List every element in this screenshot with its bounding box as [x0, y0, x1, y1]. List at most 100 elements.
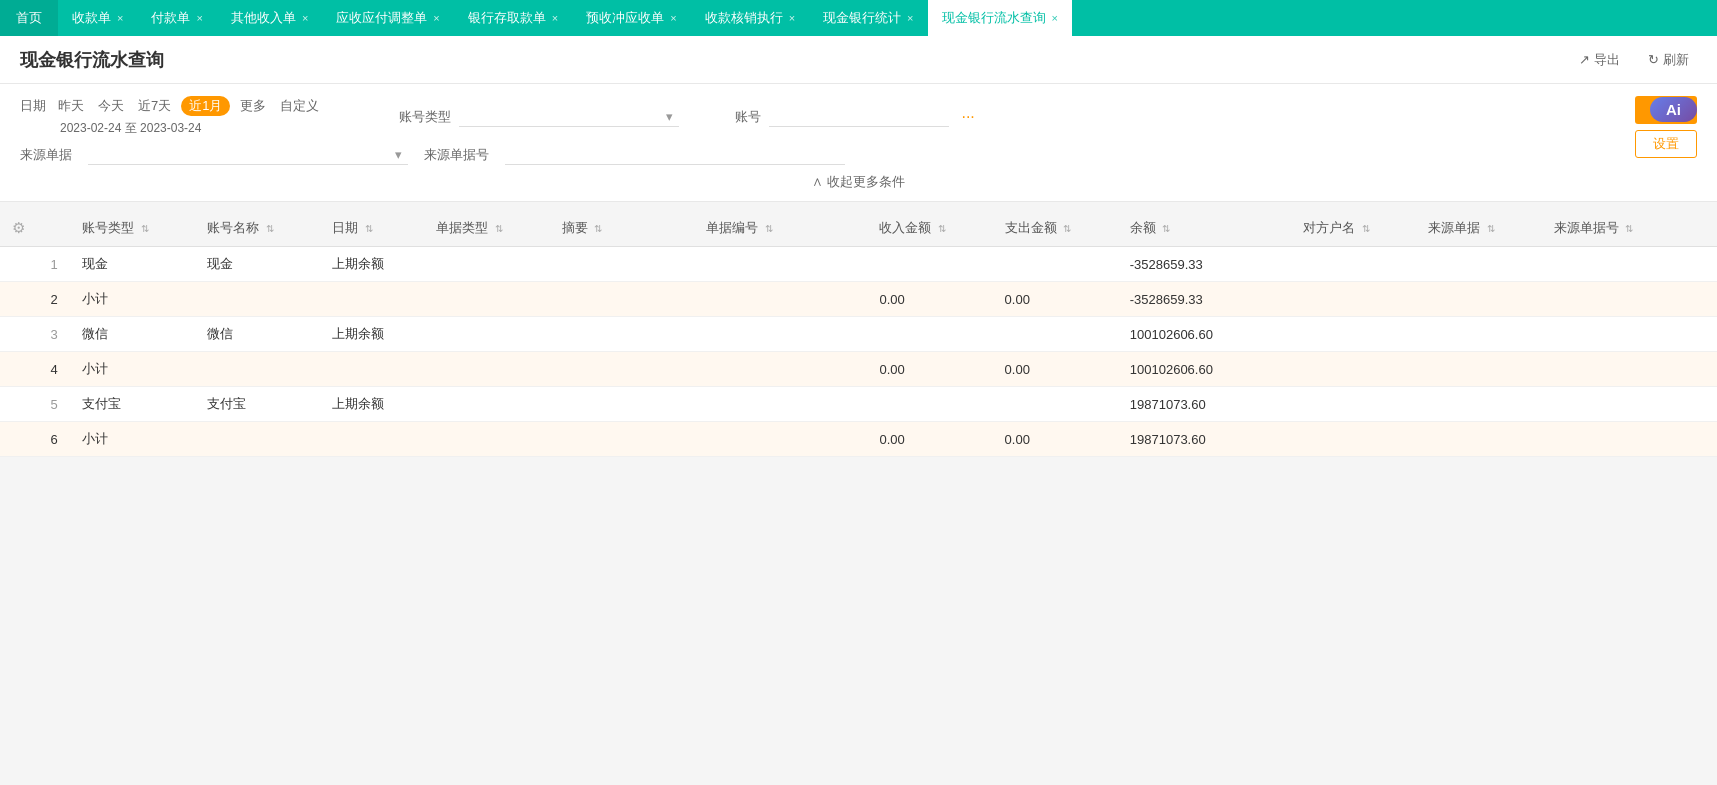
row-balance: -3528659.33: [1120, 247, 1293, 282]
refresh-button[interactable]: ↻ 刷新: [1640, 47, 1697, 73]
row-number: 5: [36, 387, 72, 422]
top-nav: 首页 收款单 × 付款单 × 其他收入单 × 应收应付调整单 × 银行存取款单 …: [0, 0, 1717, 36]
row-account-name: [197, 282, 322, 317]
source-doc-no-input[interactable]: [505, 145, 845, 165]
row-doc-no: [696, 387, 869, 422]
nav-home[interactable]: 首页: [0, 0, 58, 36]
nav-tab-receipt-execute[interactable]: 收款核销执行 ×: [691, 0, 809, 36]
nav-tab-cash-flow[interactable]: 现金银行流水查询 ×: [928, 0, 1072, 36]
row-account-name: 支付宝: [197, 387, 322, 422]
row-income: [869, 247, 994, 282]
row-doc-no: [696, 317, 869, 352]
date-btn-1month[interactable]: 近1月: [181, 96, 230, 116]
close-icon[interactable]: ×: [117, 12, 123, 24]
export-icon: ↗: [1579, 52, 1590, 67]
table-row: 4 小计 0.00 0.00 100102606.60: [0, 352, 1717, 387]
close-icon[interactable]: ×: [789, 12, 795, 24]
sort-icon[interactable]: ⇅: [1625, 223, 1633, 234]
cash-flow-table: ⚙ 账号类型 ⇅ 账号名称 ⇅ 日期 ⇅ 单据类型 ⇅: [0, 210, 1717, 457]
account-type-select[interactable]: ▾: [459, 107, 679, 127]
nav-tab-other-income[interactable]: 其他收入单 ×: [217, 0, 322, 36]
table-row: 3 微信 微信 上期余额 100102606.60: [0, 317, 1717, 352]
source-doc-select[interactable]: ▾: [88, 145, 408, 165]
row-counterpart: [1293, 387, 1418, 422]
table-row: 5 支付宝 支付宝 上期余额 19871073.60: [0, 387, 1717, 422]
nav-tab-bank-deposit[interactable]: 银行存取款单 ×: [454, 0, 572, 36]
close-icon[interactable]: ×: [670, 12, 676, 24]
row-doc-type: [426, 387, 551, 422]
ai-button[interactable]: Ai: [1650, 97, 1697, 122]
nav-tab-receipts[interactable]: 收款单 ×: [58, 0, 137, 36]
date-btn-more[interactable]: 更多: [236, 96, 270, 116]
nav-tab-cash-stats[interactable]: 现金银行统计 ×: [809, 0, 927, 36]
col-income: 收入金额 ⇅: [869, 210, 994, 247]
close-icon[interactable]: ×: [1052, 12, 1058, 24]
close-icon[interactable]: ×: [552, 12, 558, 24]
row-gear: [0, 247, 36, 282]
close-icon[interactable]: ×: [433, 12, 439, 24]
page-title: 现金银行流水查询: [20, 48, 164, 72]
sort-icon[interactable]: ⇅: [938, 223, 946, 234]
sort-icon[interactable]: ⇅: [1487, 223, 1495, 234]
close-icon[interactable]: ×: [196, 12, 202, 24]
close-icon[interactable]: ×: [907, 12, 913, 24]
row-balance: 19871073.60: [1120, 422, 1293, 457]
gear-icon[interactable]: ⚙: [12, 219, 25, 236]
sort-icon[interactable]: ⇅: [1063, 223, 1071, 234]
row-income: [869, 317, 994, 352]
close-icon[interactable]: ×: [302, 12, 308, 24]
row-number: 6: [36, 422, 72, 457]
more-options-button[interactable]: ···: [961, 108, 974, 126]
date-shortcuts: 昨天 今天 近7天 近1月 更多 自定义: [54, 96, 323, 116]
nav-tab-payments[interactable]: 付款单 ×: [137, 0, 216, 36]
col-doc-no: 单据编号 ⇅: [696, 210, 869, 247]
row-gear: [0, 317, 36, 352]
nav-tab-ar-adjust[interactable]: 应收应付调整单 ×: [322, 0, 453, 36]
row-account-type: 小计: [72, 352, 197, 387]
row-doc-type: [426, 352, 551, 387]
row-counterpart: [1293, 247, 1418, 282]
nav-tab-prepay[interactable]: 预收冲应收单 ×: [572, 0, 690, 36]
sort-icon[interactable]: ⇅: [594, 223, 602, 234]
sort-icon[interactable]: ⇅: [765, 223, 773, 234]
row-date: 上期余额: [322, 317, 426, 352]
col-expense: 支出金额 ⇅: [995, 210, 1120, 247]
export-button[interactable]: ↗ 导出: [1571, 47, 1628, 73]
row-gear: [0, 352, 36, 387]
row-summary: [552, 422, 697, 457]
row-source-doc-no: [1544, 352, 1717, 387]
row-expense: [995, 317, 1120, 352]
settings-button[interactable]: 设置: [1635, 130, 1697, 158]
date-btn-yesterday[interactable]: 昨天: [54, 96, 88, 116]
sort-icon[interactable]: ⇅: [495, 223, 503, 234]
row-source-doc: [1418, 387, 1543, 422]
collapse-conditions-button[interactable]: ∧ 收起更多条件: [20, 169, 1697, 193]
header-actions: ↗ 导出 ↻ 刷新: [1571, 47, 1697, 73]
row-source-doc: [1418, 282, 1543, 317]
sort-icon[interactable]: ⇅: [141, 223, 149, 234]
row-source-doc: [1418, 247, 1543, 282]
date-btn-today[interactable]: 今天: [94, 96, 128, 116]
col-row-num: [36, 210, 72, 247]
row-expense: [995, 247, 1120, 282]
row-account-type: 微信: [72, 317, 197, 352]
date-btn-7days[interactable]: 近7天: [134, 96, 175, 116]
row-source-doc-no: [1544, 282, 1717, 317]
row-doc-type: [426, 317, 551, 352]
row-number: 2: [36, 282, 72, 317]
filter-area: 日期 昨天 今天 近7天 近1月 更多 自定义 2023-02-24 至 202…: [0, 84, 1717, 202]
row-summary: [552, 387, 697, 422]
sort-icon[interactable]: ⇅: [1162, 223, 1170, 234]
row-date: 上期余额: [322, 387, 426, 422]
row-account-type: 现金: [72, 247, 197, 282]
row-account-name: 现金: [197, 247, 322, 282]
row-account-name: [197, 352, 322, 387]
sort-icon[interactable]: ⇅: [365, 223, 373, 234]
sort-icon[interactable]: ⇅: [1362, 223, 1370, 234]
row-balance: 100102606.60: [1120, 317, 1293, 352]
date-btn-custom[interactable]: 自定义: [276, 96, 323, 116]
table-header-row: ⚙ 账号类型 ⇅ 账号名称 ⇅ 日期 ⇅ 单据类型 ⇅: [0, 210, 1717, 247]
row-account-type: 支付宝: [72, 387, 197, 422]
sort-icon[interactable]: ⇅: [266, 223, 274, 234]
account-input[interactable]: [769, 107, 949, 127]
